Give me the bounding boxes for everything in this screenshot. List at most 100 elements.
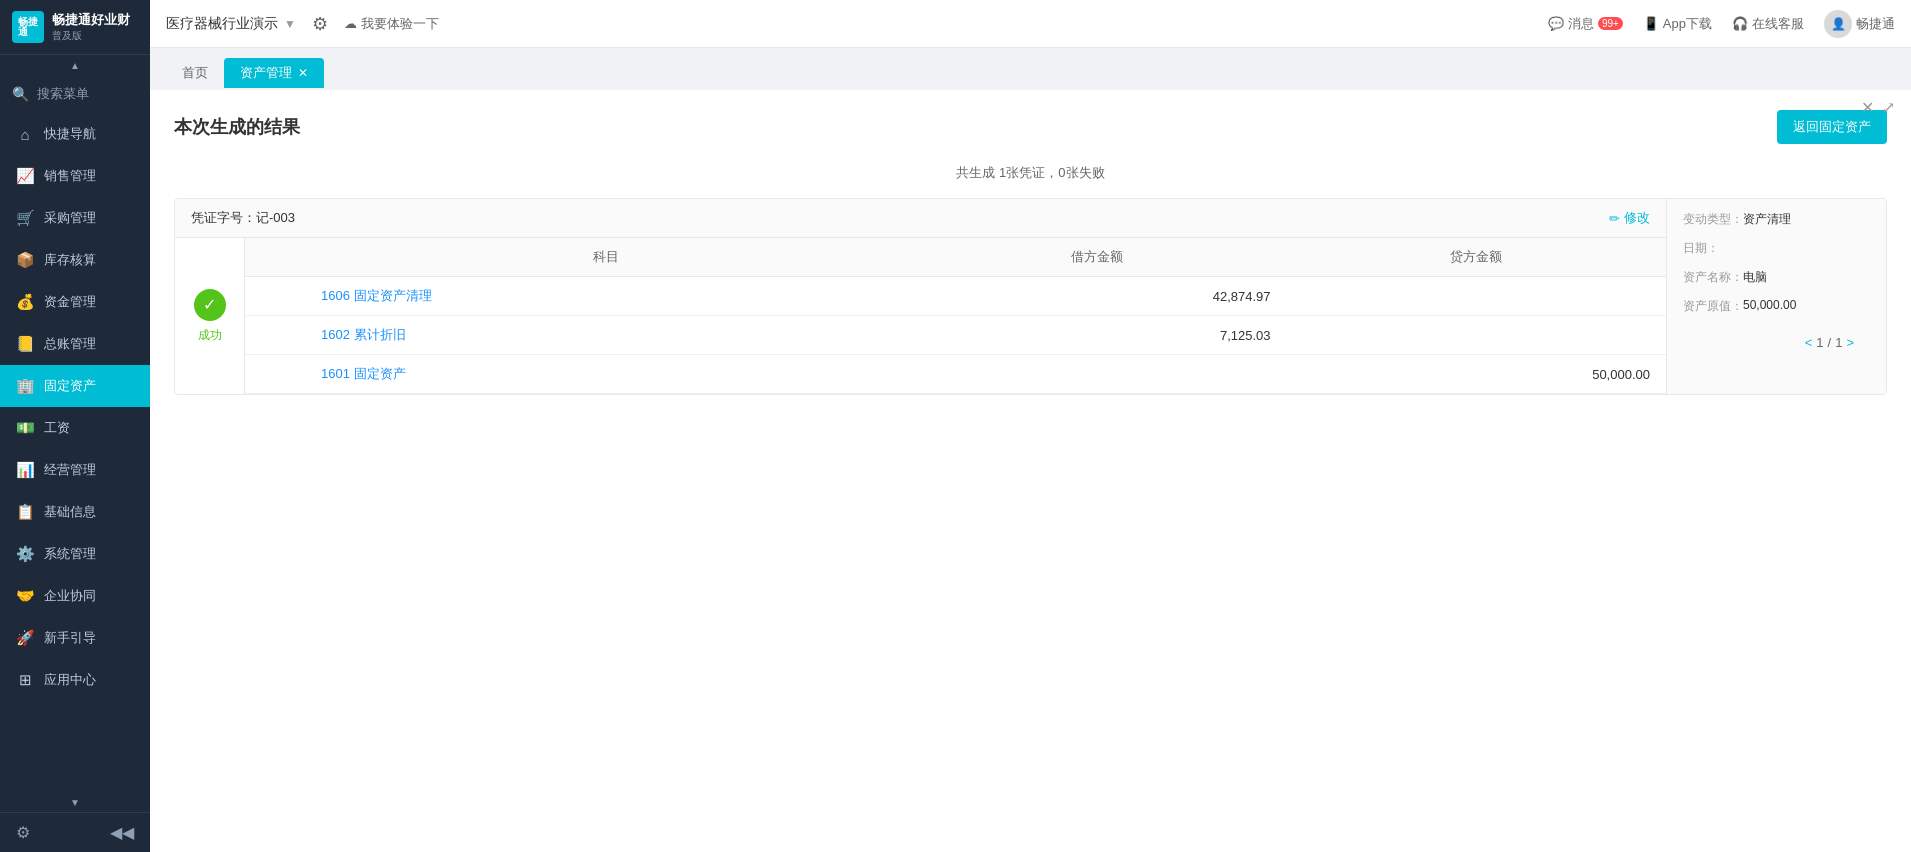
change-type-value: 资产清理 — [1743, 211, 1870, 228]
sidebar-item-sales[interactable]: 📈 销售管理 — [0, 155, 150, 197]
sidebar-nav: ⌂ 快捷导航 📈 销售管理 🛒 采购管理 📦 库存核算 💰 资金管理 📒 总账管… — [0, 113, 150, 792]
sidebar-item-payroll[interactable]: 💵 工资 — [0, 407, 150, 449]
topbar: 医疗器械行业演示 ▼ ⚙ ☁ 我要体验一下 💬 消息 99+ 📱 App下载 🎧… — [150, 0, 1911, 48]
app-download-action[interactable]: 📱 App下载 — [1643, 15, 1712, 33]
expand-panel-icon[interactable]: ⤢ — [1882, 98, 1895, 117]
sidebar-item-system[interactable]: ⚙️ 系统管理 — [0, 533, 150, 575]
guide-icon: 🚀 — [16, 629, 34, 647]
topbar-right: 💬 消息 99+ 📱 App下载 🎧 在线客服 👤 畅捷通 — [1548, 10, 1895, 38]
summary-text: 共生成 1张凭证，0张失败 — [174, 164, 1887, 182]
settings-icon[interactable]: ⚙ — [16, 823, 30, 842]
account-link-1606[interactable]: 1606 固定资产清理 — [321, 288, 432, 303]
account-link-1601[interactable]: 1601 固定资产 — [321, 366, 406, 381]
row2-account: 1602 累计折旧 — [305, 316, 907, 355]
page-separator: / — [1828, 335, 1832, 350]
app-logo: 畅捷通 畅捷通好业财 普及版 — [0, 0, 150, 55]
sidebar-label-finance: 资金管理 — [44, 293, 96, 311]
enterprise-icon: 🤝 — [16, 587, 34, 605]
result-title: 本次生成的结果 — [174, 115, 300, 139]
original-value-value: 50,000.00 — [1743, 298, 1870, 312]
try-button[interactable]: ☁ 我要体验一下 — [344, 15, 439, 33]
row3-status — [245, 355, 305, 394]
voucher-header-row: 凭证字号：记-003 ✏ 修改 — [175, 199, 1666, 238]
topbar-settings-icon[interactable]: ⚙ — [312, 13, 328, 35]
asset-name-value: 电脑 — [1743, 269, 1870, 286]
scroll-up-arrow[interactable]: ▲ — [0, 55, 150, 75]
user-label: 畅捷通 — [1856, 15, 1895, 33]
sidebar-label-payroll: 工资 — [44, 419, 70, 437]
download-icon: 📱 — [1643, 16, 1659, 31]
quick-nav-icon: ⌂ — [16, 126, 34, 143]
sidebar-label-app-center: 应用中心 — [44, 671, 96, 689]
ledger-icon: 📒 — [16, 335, 34, 353]
account-link-1602[interactable]: 1602 累计折旧 — [321, 327, 406, 342]
app-center-icon: ⊞ — [16, 671, 34, 689]
sidebar-item-basic-info[interactable]: 📋 基础信息 — [0, 491, 150, 533]
tab-asset-manage-label: 资产管理 — [240, 64, 292, 82]
message-label: 消息 — [1568, 15, 1594, 33]
tab-close-icon[interactable]: ✕ — [298, 66, 308, 80]
success-text: 成功 — [198, 327, 222, 344]
side-info-panel: 变动类型： 资产清理 日期： 资产名称： 电脑 资产原值： 50,000.00 — [1666, 199, 1886, 394]
result-panel: 本次生成的结果 返回固定资产 共生成 1张凭证，0张失败 凭证字号：记-003 … — [150, 90, 1911, 415]
result-header: 本次生成的结果 返回固定资产 — [174, 110, 1887, 144]
sales-icon: 📈 — [16, 167, 34, 185]
sidebar-item-app-center[interactable]: ⊞ 应用中心 — [0, 659, 150, 701]
sidebar-item-finance[interactable]: 💰 资金管理 — [0, 281, 150, 323]
system-icon: ⚙️ — [16, 545, 34, 563]
logo-icon: 畅捷通 — [12, 11, 44, 43]
logo-text: 畅捷通好业财 普及版 — [52, 11, 130, 43]
row1-debit: 42,874.97 — [907, 277, 1286, 316]
tab-asset-manage[interactable]: 资产管理 ✕ — [224, 58, 324, 88]
row1-account: 1606 固定资产清理 — [305, 277, 907, 316]
message-action[interactable]: 💬 消息 99+ — [1548, 15, 1623, 33]
original-value-label: 资产原值： — [1683, 298, 1743, 315]
headset-icon: 🎧 — [1732, 16, 1748, 31]
customer-service-action[interactable]: 🎧 在线客服 — [1732, 15, 1804, 33]
row2-credit — [1287, 316, 1666, 355]
fixed-assets-icon: 🏢 — [16, 377, 34, 395]
sidebar-item-fixed-assets[interactable]: 🏢 固定资产 — [0, 365, 150, 407]
topbar-left: 医疗器械行业演示 ▼ ⚙ ☁ 我要体验一下 — [166, 13, 1548, 35]
row3-credit: 50,000.00 — [1287, 355, 1666, 394]
app-name: 畅捷通好业财 — [52, 11, 130, 29]
app-edition: 普及版 — [52, 29, 130, 43]
prev-page-button[interactable]: < — [1805, 335, 1813, 350]
sidebar-item-enterprise[interactable]: 🤝 企业协同 — [0, 575, 150, 617]
payroll-icon: 💵 — [16, 419, 34, 437]
page-content: ✕ ⤢ 本次生成的结果 返回固定资产 共生成 1张凭证，0张失败 凭证字号：记-… — [150, 90, 1911, 852]
col-header-credit: 贷方金额 — [1287, 238, 1666, 277]
asset-name-row: 资产名称： 电脑 — [1683, 269, 1870, 286]
sidebar-item-quick-nav[interactable]: ⌂ 快捷导航 — [0, 113, 150, 155]
pagination: < 1 / 1 > — [1683, 327, 1870, 358]
success-icon: ✓ — [194, 289, 226, 321]
sidebar-item-inventory[interactable]: 📦 库存核算 — [0, 239, 150, 281]
sidebar-item-ledger[interactable]: 📒 总账管理 — [0, 323, 150, 365]
voucher-data-col: 科目 借方金额 贷方金额 1606 固定资产清理 — [245, 238, 1666, 394]
sidebar-search[interactable]: 🔍 搜索菜单 — [0, 75, 150, 113]
cloud-icon: ☁ — [344, 16, 357, 31]
row2-debit: 7,125.03 — [907, 316, 1286, 355]
next-page-button[interactable]: > — [1846, 335, 1854, 350]
scroll-down-arrow[interactable]: ▼ — [0, 792, 150, 812]
collapse-icon[interactable]: ◀◀ — [110, 823, 134, 842]
edit-button[interactable]: ✏ 修改 — [1609, 209, 1650, 227]
user-action[interactable]: 👤 畅捷通 — [1824, 10, 1895, 38]
sidebar-label-enterprise: 企业协同 — [44, 587, 96, 605]
finance-icon: 💰 — [16, 293, 34, 311]
asset-name-label: 资产名称： — [1683, 269, 1743, 286]
col-header-debit: 借方金额 — [907, 238, 1286, 277]
tab-home[interactable]: 首页 — [166, 58, 224, 88]
sidebar-item-management[interactable]: 📊 经营管理 — [0, 449, 150, 491]
close-panel-icon[interactable]: ✕ — [1861, 98, 1874, 117]
sidebar-label-management: 经营管理 — [44, 461, 96, 479]
sidebar-label-inventory: 库存核算 — [44, 251, 96, 269]
sidebar-item-purchase[interactable]: 🛒 采购管理 — [0, 197, 150, 239]
row1-credit — [1287, 277, 1666, 316]
sidebar-label-basic-info: 基础信息 — [44, 503, 96, 521]
sidebar-item-guide[interactable]: 🚀 新手引导 — [0, 617, 150, 659]
change-type-label: 变动类型： — [1683, 211, 1743, 228]
try-label: 我要体验一下 — [361, 15, 439, 33]
voucher-card: 凭证字号：记-003 ✏ 修改 ✓ 成功 — [174, 198, 1887, 395]
company-selector[interactable]: 医疗器械行业演示 ▼ — [166, 15, 296, 33]
